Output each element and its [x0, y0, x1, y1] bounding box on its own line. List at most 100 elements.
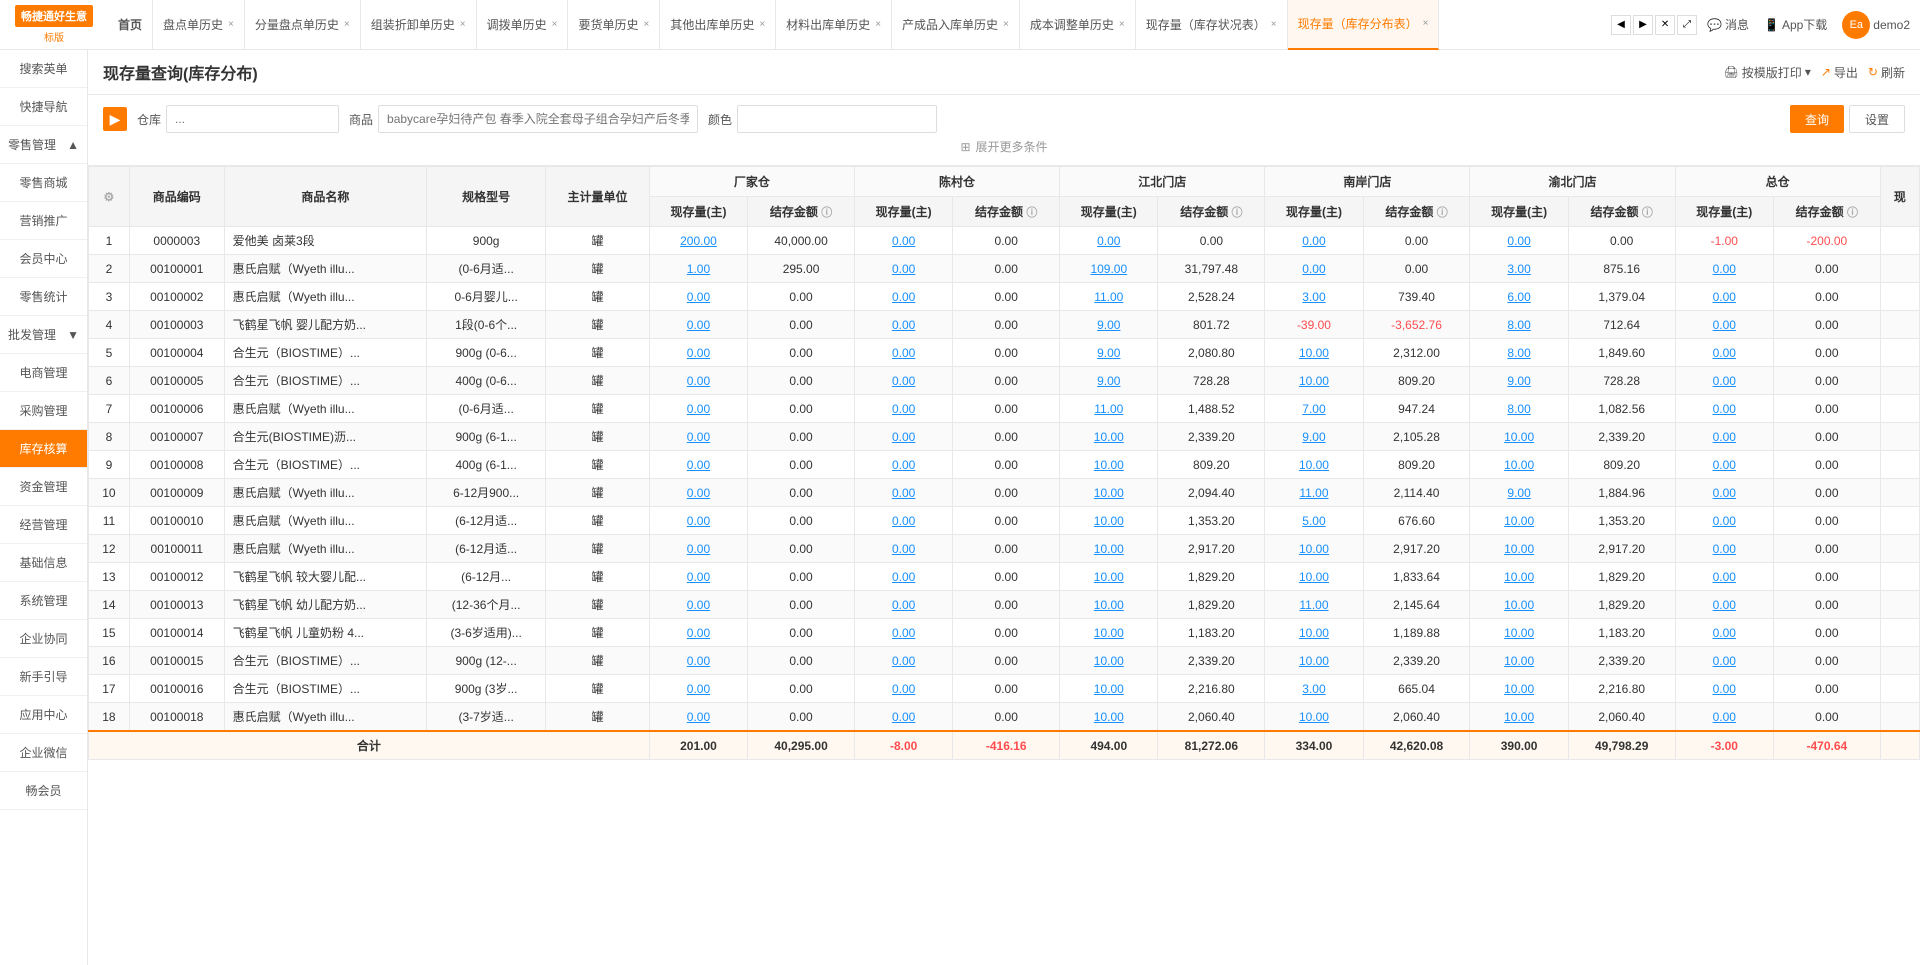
cell-jb-stock[interactable]: 10.00	[1060, 535, 1158, 563]
cell-f-stock[interactable]: 1.00	[649, 255, 747, 283]
cell-f-stock[interactable]: 0.00	[649, 535, 747, 563]
cell-f-stock[interactable]: 0.00	[649, 703, 747, 732]
close-icon[interactable]: ×	[344, 19, 350, 30]
sidebar-item-inventory[interactable]: 库存核算	[0, 430, 87, 468]
cell-yb-stock[interactable]: 3.00	[1470, 255, 1568, 283]
sidebar-item-basic[interactable]: 基础信息	[0, 544, 87, 582]
cell-jb-stock[interactable]: 10.00	[1060, 451, 1158, 479]
export-btn[interactable]: ↗ 导出	[1821, 64, 1858, 81]
cell-t-stock[interactable]: 0.00	[1675, 647, 1773, 675]
tab-prev-btn[interactable]: ◀	[1611, 15, 1631, 35]
sidebar-item-operations[interactable]: 经营管理	[0, 506, 87, 544]
cell-t-stock[interactable]: 0.00	[1675, 255, 1773, 283]
cell-yb-stock[interactable]: 10.00	[1470, 507, 1568, 535]
sidebar-item-search[interactable]: 搜索英单	[0, 50, 87, 88]
cell-t-stock[interactable]: 0.00	[1675, 619, 1773, 647]
cell-na-stock[interactable]: 5.00	[1265, 507, 1363, 535]
cell-yb-stock[interactable]: 10.00	[1470, 563, 1568, 591]
close-icon[interactable]: ×	[228, 19, 234, 30]
close-icon[interactable]: ×	[1003, 19, 1009, 30]
query-btn[interactable]: 查询	[1790, 105, 1844, 133]
tab-transfer[interactable]: 调拨单历史 ×	[477, 0, 569, 50]
sidebar-item-retail-mall[interactable]: 零售商城	[0, 164, 87, 202]
cell-t-stock[interactable]: 0.00	[1675, 367, 1773, 395]
cell-yb-stock[interactable]: 8.00	[1470, 311, 1568, 339]
sidebar-item-purchase[interactable]: 采购管理	[0, 392, 87, 430]
cell-na-stock[interactable]: 11.00	[1265, 479, 1363, 507]
cell-t-stock[interactable]: 0.00	[1675, 675, 1773, 703]
cell-jb-stock[interactable]: 10.00	[1060, 479, 1158, 507]
sidebar-item-guide[interactable]: 新手引导	[0, 658, 87, 696]
cell-t-stock[interactable]: 0.00	[1675, 591, 1773, 619]
cell-l-stock[interactable]: 0.00	[854, 591, 952, 619]
cell-t-stock[interactable]: 0.00	[1675, 395, 1773, 423]
cell-na-stock[interactable]: 10.00	[1265, 703, 1363, 732]
cell-na-stock[interactable]: 3.00	[1265, 675, 1363, 703]
tab-product-in[interactable]: 产成品入库单历史 ×	[892, 0, 1020, 50]
cell-f-stock[interactable]: 0.00	[649, 395, 747, 423]
close-icon[interactable]: ×	[1119, 19, 1125, 30]
cell-f-stock[interactable]: 200.00	[649, 227, 747, 255]
cell-yb-stock[interactable]: 10.00	[1470, 619, 1568, 647]
cell-t-stock[interactable]: 0.00	[1675, 451, 1773, 479]
cell-f-stock[interactable]: 0.00	[649, 675, 747, 703]
close-icon[interactable]: ×	[552, 19, 558, 30]
cell-f-stock[interactable]: 0.00	[649, 479, 747, 507]
cell-jb-stock[interactable]: 10.00	[1060, 703, 1158, 732]
cell-l-stock[interactable]: 0.00	[854, 311, 952, 339]
expand-conditions-btn[interactable]: ⊞ 展开更多条件	[103, 138, 1905, 155]
cell-f-stock[interactable]: 0.00	[649, 367, 747, 395]
cell-t-stock[interactable]: 0.00	[1675, 339, 1773, 367]
cell-na-stock[interactable]: 11.00	[1265, 591, 1363, 619]
table-wrapper[interactable]: ⚙ 商品编码 商品名称 规格型号 主计量单位 厂家仓 陈村仓 江北门店 南岸门店…	[88, 166, 1920, 965]
goods-input[interactable]	[378, 105, 698, 133]
close-icon[interactable]: ×	[643, 19, 649, 30]
cell-l-stock[interactable]: 0.00	[854, 339, 952, 367]
sidebar-item-enterprise[interactable]: 企业协同	[0, 620, 87, 658]
cell-jb-stock[interactable]: 10.00	[1060, 619, 1158, 647]
tab-outbound[interactable]: 其他出库单历史 ×	[660, 0, 776, 50]
tab-assembly[interactable]: 组装折卸单历史 ×	[361, 0, 477, 50]
cell-jb-stock[interactable]: 109.00	[1060, 255, 1158, 283]
cell-yb-stock[interactable]: 6.00	[1470, 283, 1568, 311]
cell-yb-stock[interactable]: 10.00	[1470, 423, 1568, 451]
cell-jb-stock[interactable]: 9.00	[1060, 311, 1158, 339]
cell-l-stock[interactable]: 0.00	[854, 395, 952, 423]
expand-btn[interactable]: ▶	[103, 107, 127, 131]
tab-partial[interactable]: 分量盘点单历史 ×	[245, 0, 361, 50]
cell-yb-stock[interactable]: 8.00	[1470, 395, 1568, 423]
cell-l-stock[interactable]: 0.00	[854, 227, 952, 255]
tab-material[interactable]: 材料出库单历史 ×	[776, 0, 892, 50]
cell-yb-stock[interactable]: 10.00	[1470, 675, 1568, 703]
cell-jb-stock[interactable]: 11.00	[1060, 283, 1158, 311]
cell-l-stock[interactable]: 0.00	[854, 619, 952, 647]
cell-jb-stock[interactable]: 10.00	[1060, 675, 1158, 703]
cell-na-stock[interactable]: 10.00	[1265, 339, 1363, 367]
cell-f-stock[interactable]: 0.00	[649, 563, 747, 591]
cell-yb-stock[interactable]: 8.00	[1470, 339, 1568, 367]
cell-jb-stock[interactable]: 10.00	[1060, 507, 1158, 535]
tab-cost-adj[interactable]: 成本调整单历史 ×	[1020, 0, 1136, 50]
close-icon[interactable]: ×	[460, 19, 466, 30]
cell-l-stock[interactable]: 0.00	[854, 703, 952, 732]
cell-na-stock[interactable]: 10.00	[1265, 451, 1363, 479]
close-icon[interactable]: ×	[1423, 18, 1429, 29]
cell-jb-stock[interactable]: 0.00	[1060, 227, 1158, 255]
cell-l-stock[interactable]: 0.00	[854, 535, 952, 563]
cell-na-stock[interactable]: 9.00	[1265, 423, 1363, 451]
warehouse-input[interactable]	[166, 105, 339, 133]
cell-t-stock[interactable]: 0.00	[1675, 479, 1773, 507]
cell-f-stock[interactable]: 0.00	[649, 311, 747, 339]
cell-t-stock[interactable]: 0.00	[1675, 535, 1773, 563]
cell-f-stock[interactable]: 0.00	[649, 423, 747, 451]
sidebar-item-member[interactable]: 会员中心	[0, 240, 87, 278]
cell-yb-stock[interactable]: 9.00	[1470, 479, 1568, 507]
cell-t-stock[interactable]: 0.00	[1675, 563, 1773, 591]
sidebar-item-nav[interactable]: 快捷导航	[0, 88, 87, 126]
cell-t-stock[interactable]: 0.00	[1675, 507, 1773, 535]
cell-f-stock[interactable]: 0.00	[649, 647, 747, 675]
cell-t-stock[interactable]: 0.00	[1675, 423, 1773, 451]
cell-na-stock[interactable]: 3.00	[1265, 283, 1363, 311]
sidebar-item-finance[interactable]: 资金管理	[0, 468, 87, 506]
cell-jb-stock[interactable]: 9.00	[1060, 367, 1158, 395]
